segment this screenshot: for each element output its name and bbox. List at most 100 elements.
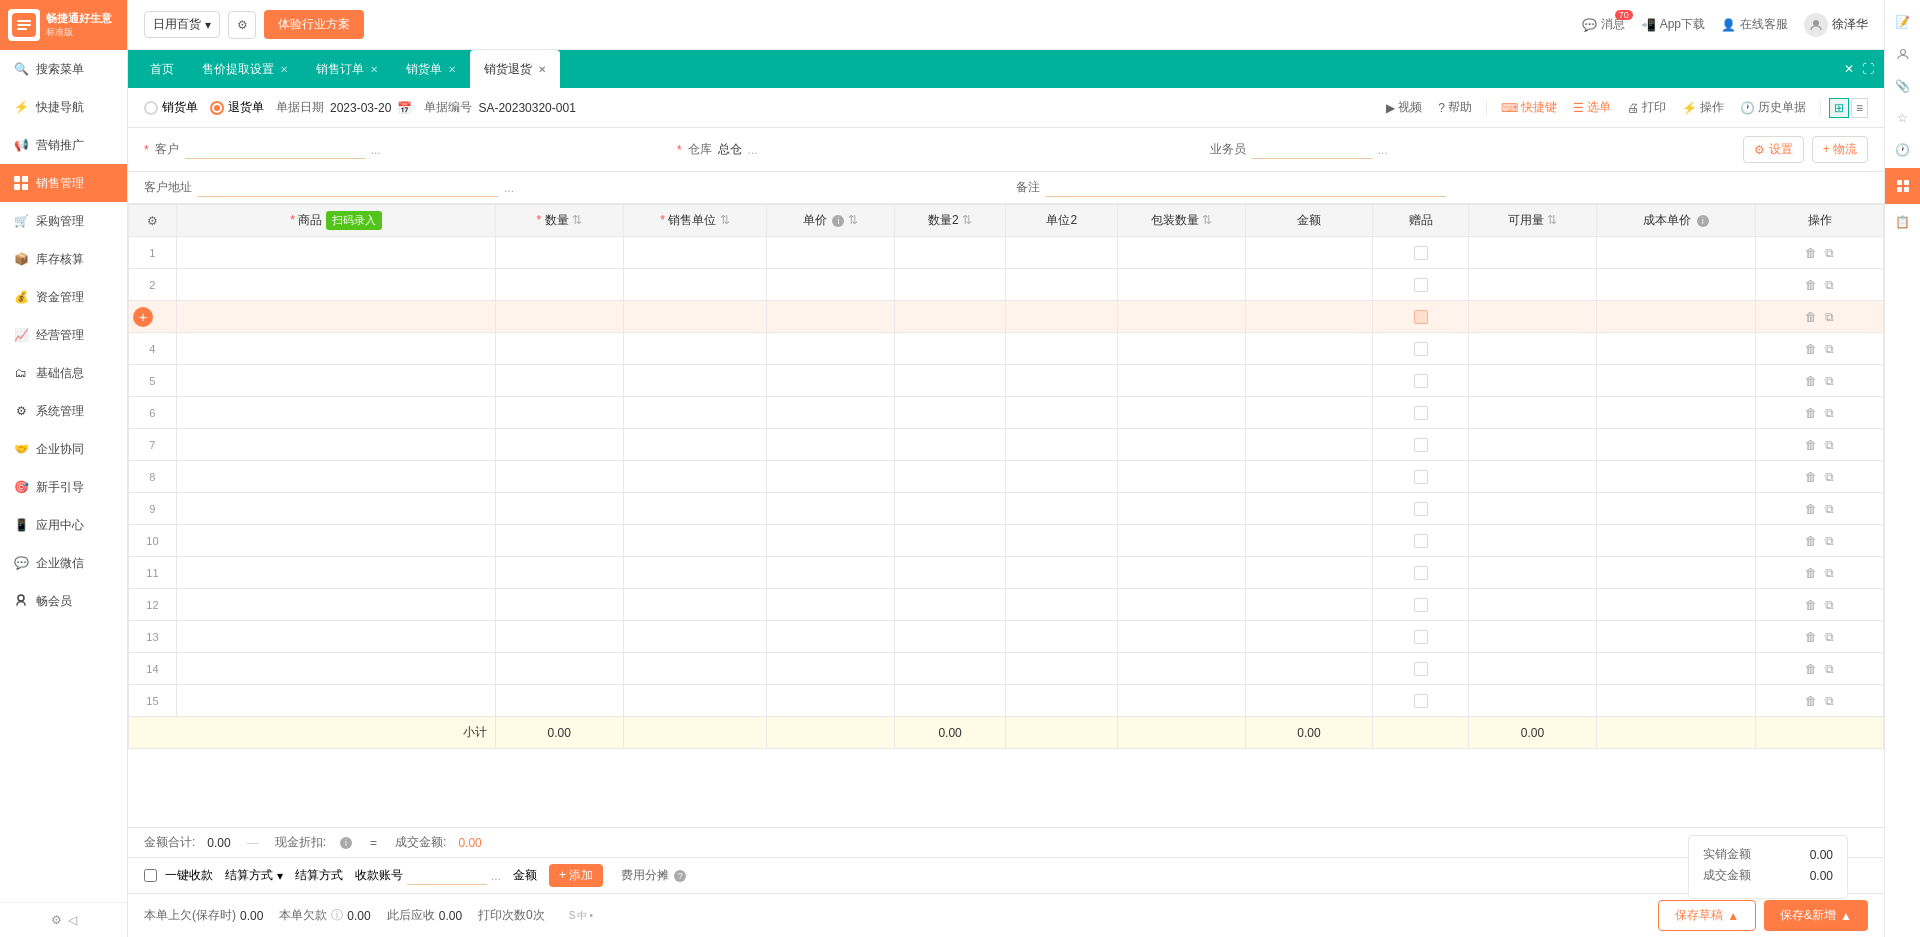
right-person-btn[interactable] (1889, 40, 1917, 68)
single-debt-info[interactable]: ⓘ (331, 907, 343, 924)
copy-icon[interactable]: ⧉ (1823, 692, 1836, 710)
address-picker-btn[interactable]: ... (504, 181, 514, 195)
history-btn[interactable]: 🕐 历史单据 (1734, 96, 1812, 119)
price-info-icon[interactable]: i (832, 215, 844, 227)
delete-icon[interactable]: 🗑 (1803, 660, 1819, 678)
gift-checkbox[interactable] (1414, 662, 1428, 676)
operations-btn[interactable]: ⚡ 操作 (1676, 96, 1730, 119)
delete-icon[interactable]: 🗑 (1803, 340, 1819, 358)
category-select[interactable]: 日用百货 ▾ (144, 11, 220, 38)
delete-icon[interactable]: 🗑 (1803, 244, 1819, 262)
calendar-icon[interactable]: 📅 (397, 101, 412, 115)
sidebar-item-search[interactable]: 🔍 搜索菜单 (0, 50, 127, 88)
sidebar-item-finance[interactable]: 💰 资金管理 (0, 278, 127, 316)
online-service-button[interactable]: 👤 在线客服 (1721, 16, 1788, 33)
view-toggle-list[interactable]: ≡ (1851, 98, 1868, 118)
copy-icon[interactable]: ⧉ (1823, 596, 1836, 614)
gift-checkbox[interactable] (1414, 694, 1428, 708)
note-input[interactable] (1046, 178, 1446, 197)
copy-icon[interactable]: ⧉ (1823, 660, 1836, 678)
right-note-btn[interactable]: 📝 (1889, 8, 1917, 36)
delete-icon[interactable]: 🗑 (1803, 532, 1819, 550)
expand-tab-action[interactable]: ⛶ (1860, 60, 1876, 78)
copy-icon[interactable]: ⧉ (1823, 372, 1836, 390)
message-button[interactable]: 💬 消息 70 (1582, 16, 1625, 33)
warehouse-picker-btn[interactable]: ... (748, 143, 758, 157)
sidebar-collapse-btn[interactable]: ◁ (68, 913, 77, 927)
video-btn[interactable]: ▶ 视频 (1380, 96, 1428, 119)
col-settings[interactable]: ⚙ (129, 205, 177, 237)
customer-input[interactable] (185, 140, 365, 159)
gift-checkbox[interactable] (1414, 502, 1428, 516)
copy-icon[interactable]: ⧉ (1823, 468, 1836, 486)
sidebar-item-apps[interactable]: 📱 应用中心 (0, 506, 127, 544)
radio-sales[interactable]: 销货单 (144, 99, 198, 116)
view-toggle-grid[interactable]: ⊞ (1829, 98, 1849, 118)
discount-info-icon[interactable]: i (340, 837, 352, 849)
tab-close-sales-delivery[interactable]: ✕ (448, 64, 456, 75)
tab-close-price-settings[interactable]: ✕ (280, 64, 288, 75)
sidebar-item-purchase[interactable]: 🛒 采购管理 (0, 202, 127, 240)
gift-checkbox[interactable] (1414, 566, 1428, 580)
staff-picker-btn[interactable]: ... (1378, 143, 1388, 157)
sidebar-item-basic[interactable]: 🗂 基础信息 (0, 354, 127, 392)
select-btn[interactable]: ☰ 选单 (1567, 96, 1617, 119)
delete-icon[interactable]: 🗑 (1803, 596, 1819, 614)
right-attach-btn[interactable]: 📎 (1889, 72, 1917, 100)
close-tab-action[interactable]: ✕ (1842, 60, 1856, 78)
gift-checkbox[interactable] (1414, 630, 1428, 644)
delete-icon[interactable]: 🗑 (1803, 436, 1819, 454)
print-btn[interactable]: 🖨 打印 (1621, 96, 1672, 119)
right-history-btn[interactable]: 🕐 (1889, 136, 1917, 164)
copy-icon[interactable]: ⧉ (1823, 340, 1836, 358)
product-input-active[interactable] (181, 310, 491, 324)
radio-sales-input[interactable] (144, 101, 158, 115)
gift-checkbox[interactable] (1414, 534, 1428, 548)
app-download-button[interactable]: 📲 App下载 (1641, 16, 1705, 33)
tab-sales-delivery[interactable]: 销货单 ✕ (392, 50, 470, 88)
tab-close-sales-return[interactable]: ✕ (538, 64, 546, 75)
shortcuts-btn[interactable]: ⌨ 快捷键 (1495, 96, 1563, 119)
gift-checkbox[interactable] (1414, 598, 1428, 612)
add-payment-btn[interactable]: + 添加 (549, 864, 603, 887)
expense-info-icon[interactable]: ? (674, 870, 686, 882)
topbar-settings-button[interactable]: ⚙ (228, 11, 256, 39)
sidebar-item-guide[interactable]: 🎯 新手引导 (0, 468, 127, 506)
account-picker[interactable]: ... (491, 869, 501, 883)
copy-icon[interactable]: ⧉ (1823, 564, 1836, 582)
copy-icon[interactable]: ⧉ (1823, 308, 1836, 326)
copy-icon[interactable]: ⧉ (1823, 404, 1836, 422)
delete-icon[interactable]: 🗑 (1803, 308, 1819, 326)
delete-icon[interactable]: 🗑 (1803, 692, 1819, 710)
delete-icon[interactable]: 🗑 (1803, 500, 1819, 518)
copy-icon[interactable]: ⧉ (1823, 500, 1836, 518)
tab-close-sales-order[interactable]: ✕ (370, 64, 378, 75)
sidebar-item-sales[interactable]: 销售管理 (0, 164, 127, 202)
copy-icon[interactable]: ⧉ (1823, 628, 1836, 646)
one-click-checkbox[interactable] (144, 869, 157, 882)
gift-checkbox[interactable] (1414, 310, 1428, 324)
save-new-button[interactable]: 保存&新增 ▲ (1764, 900, 1868, 931)
gift-checkbox[interactable] (1414, 374, 1428, 388)
gift-checkbox[interactable] (1414, 438, 1428, 452)
sidebar-item-operations[interactable]: 📈 经营管理 (0, 316, 127, 354)
gift-checkbox[interactable] (1414, 406, 1428, 420)
tab-sales-return[interactable]: 销货退货 ✕ (470, 50, 560, 88)
right-clip-btn[interactable]: 📋 (1889, 208, 1917, 236)
account-input[interactable] (407, 866, 487, 885)
scan-btn[interactable]: 扫码录入 (326, 211, 382, 230)
trial-button[interactable]: 体验行业方案 (264, 10, 364, 39)
radio-return-input[interactable] (210, 101, 224, 115)
save-draft-button[interactable]: 保存草稿 ▲ (1658, 900, 1756, 931)
tab-price-settings[interactable]: 售价提取设置 ✕ (188, 50, 302, 88)
sidebar-item-system[interactable]: ⚙ 系统管理 (0, 392, 127, 430)
customer-picker-btn[interactable]: ... (371, 143, 381, 157)
address-input[interactable] (198, 178, 498, 197)
sidebar-item-wechat[interactable]: 💬 企业微信 (0, 544, 127, 582)
delete-icon[interactable]: 🗑 (1803, 468, 1819, 486)
sidebar-item-inventory[interactable]: 📦 库存核算 (0, 240, 127, 278)
copy-icon[interactable]: ⧉ (1823, 532, 1836, 550)
delete-icon[interactable]: 🗑 (1803, 404, 1819, 422)
cost-info-icon[interactable]: i (1697, 215, 1709, 227)
add-row-btn[interactable]: + (133, 307, 153, 327)
